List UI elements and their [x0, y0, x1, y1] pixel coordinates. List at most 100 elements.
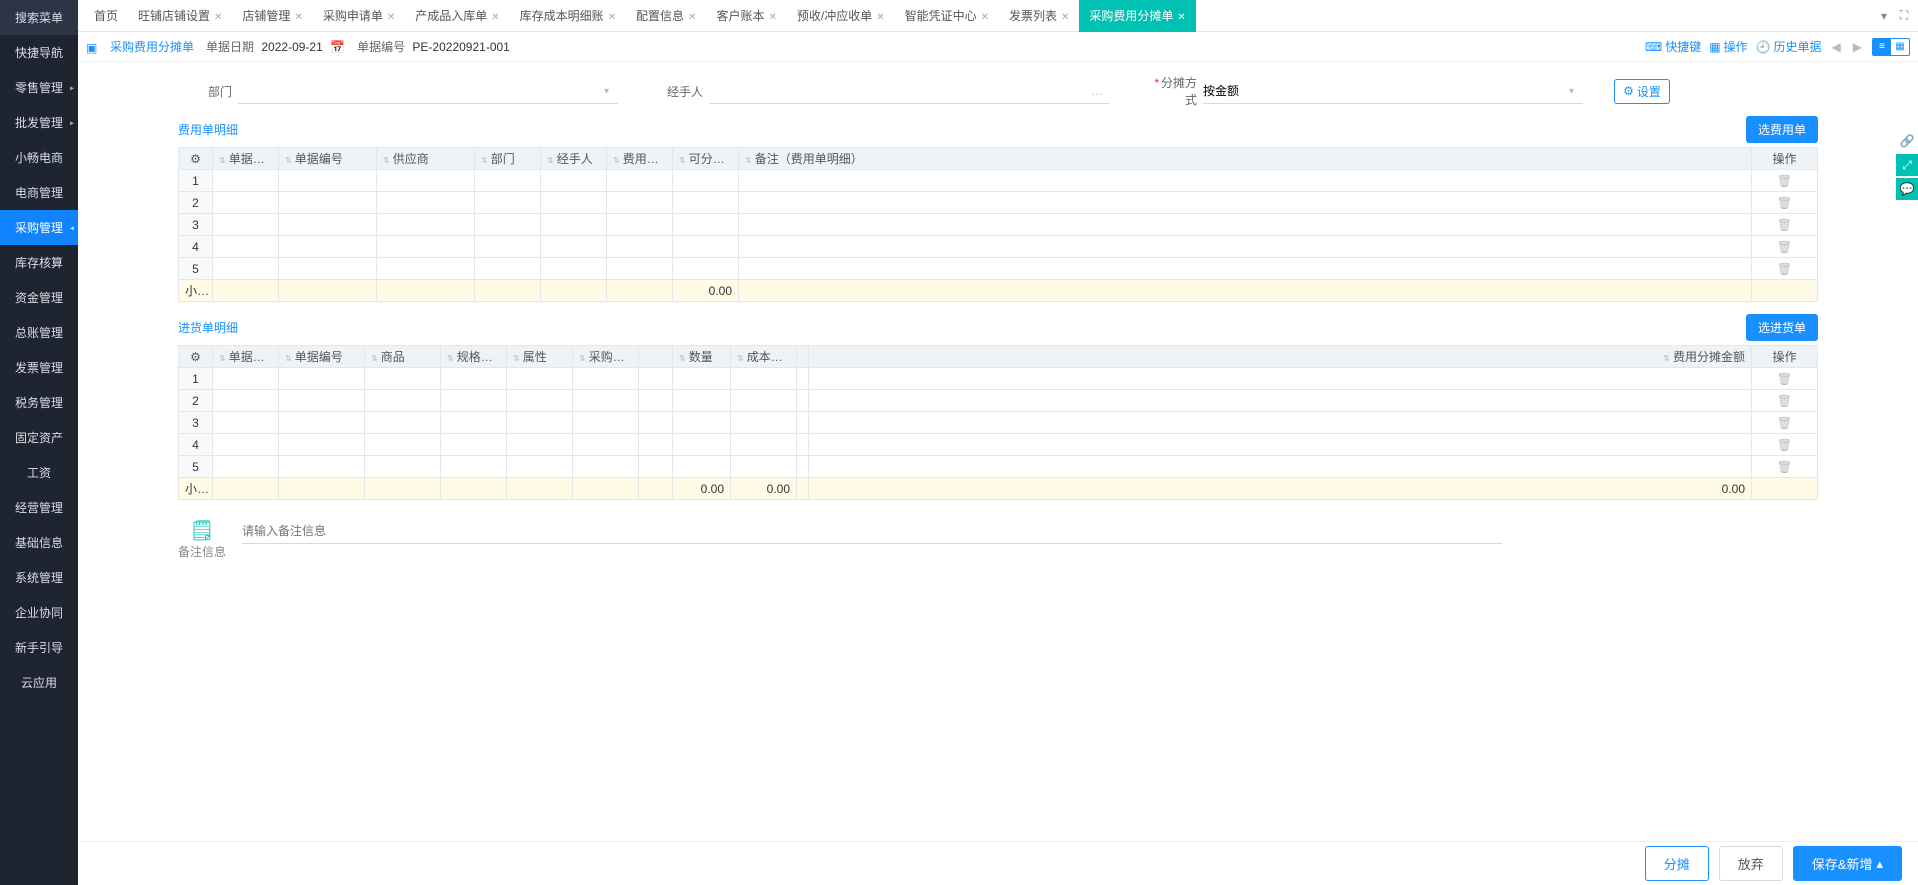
- allocate-button[interactable]: 分摊: [1645, 846, 1709, 881]
- sidebar-item-5[interactable]: 电商管理: [0, 175, 78, 210]
- table-row[interactable]: 3🗑: [179, 214, 1818, 236]
- method-input[interactable]: [1203, 78, 1583, 104]
- delete-icon[interactable]: 🗑: [1777, 372, 1792, 386]
- cell[interactable]: [673, 434, 731, 456]
- fullscreen-icon[interactable]: ⛶: [1894, 6, 1914, 26]
- cell[interactable]: [213, 456, 279, 478]
- tab-5[interactable]: 库存成本明细账✕: [510, 0, 626, 32]
- cell[interactable]: [475, 192, 541, 214]
- cell[interactable]: [673, 390, 731, 412]
- discard-button[interactable]: 放弃: [1719, 846, 1783, 881]
- cell[interactable]: [573, 434, 639, 456]
- table-row[interactable]: 1🗑: [179, 170, 1818, 192]
- delete-icon[interactable]: 🗑: [1777, 438, 1792, 452]
- cell[interactable]: [475, 214, 541, 236]
- cell[interactable]: [809, 368, 1752, 390]
- col-config-icon[interactable]: ⚙: [179, 148, 213, 170]
- delete-icon[interactable]: 🗑: [1777, 416, 1792, 430]
- cell[interactable]: [639, 434, 673, 456]
- cell[interactable]: [377, 258, 475, 280]
- sidebar-item-15[interactable]: 基础信息: [0, 525, 78, 560]
- cell[interactable]: [731, 368, 797, 390]
- cell[interactable]: [739, 236, 1752, 258]
- cell[interactable]: [213, 412, 279, 434]
- cell[interactable]: [279, 412, 365, 434]
- tab-4[interactable]: 产成品入库单✕: [405, 0, 509, 32]
- col-header[interactable]: ⇅数量: [673, 346, 731, 368]
- sidebar-item-7[interactable]: 库存核算: [0, 245, 78, 280]
- cell[interactable]: [279, 390, 365, 412]
- cell[interactable]: [475, 170, 541, 192]
- delete-icon[interactable]: 🗑: [1777, 394, 1792, 408]
- cell[interactable]: [639, 412, 673, 434]
- sidebar-item-3[interactable]: 批发管理▸: [0, 105, 78, 140]
- cell[interactable]: [739, 170, 1752, 192]
- col-header[interactable]: ⇅单据日期: [213, 148, 279, 170]
- list-view-icon[interactable]: ≡: [1873, 39, 1891, 55]
- col-header[interactable]: ⇅商品: [365, 346, 441, 368]
- close-icon[interactable]: ✕: [387, 12, 395, 23]
- cell[interactable]: [809, 390, 1752, 412]
- cell[interactable]: [213, 434, 279, 456]
- tab-9[interactable]: 智能凭证中心✕: [895, 0, 999, 32]
- dept-input[interactable]: [238, 78, 618, 104]
- cell[interactable]: [213, 170, 279, 192]
- close-icon[interactable]: ✕: [294, 12, 302, 23]
- sidebar-item-4[interactable]: 小畅电商: [0, 140, 78, 175]
- expand-icon[interactable]: ⤢: [1896, 154, 1918, 176]
- table-row[interactable]: 3🗑: [179, 412, 1818, 434]
- col-header[interactable]: ⇅供应商: [377, 148, 475, 170]
- close-icon[interactable]: ✕: [981, 12, 989, 23]
- cell[interactable]: [797, 412, 809, 434]
- cell[interactable]: [441, 434, 507, 456]
- cell[interactable]: [739, 214, 1752, 236]
- col-header[interactable]: ⇅备注（费用单明细）: [739, 148, 1752, 170]
- cell[interactable]: [673, 368, 731, 390]
- cell[interactable]: [541, 192, 607, 214]
- delete-icon[interactable]: 🗑: [1777, 196, 1792, 210]
- table-row[interactable]: 5🗑: [179, 258, 1818, 280]
- tab-0[interactable]: 首页: [84, 0, 128, 32]
- cell[interactable]: [809, 456, 1752, 478]
- cell[interactable]: [809, 434, 1752, 456]
- cell[interactable]: [673, 170, 739, 192]
- delete-icon[interactable]: 🗑: [1777, 262, 1792, 276]
- history-link[interactable]: 🕘历史单据: [1756, 38, 1822, 55]
- calendar-icon[interactable]: 📅: [330, 40, 345, 54]
- sidebar-item-11[interactable]: 税务管理: [0, 385, 78, 420]
- comment-icon[interactable]: 💬: [1896, 178, 1918, 200]
- cell[interactable]: [279, 368, 365, 390]
- sidebar-item-18[interactable]: 新手引导: [0, 630, 78, 665]
- prev-arrow-icon[interactable]: ◀: [1830, 40, 1843, 54]
- sidebar-item-9[interactable]: 总账管理: [0, 315, 78, 350]
- cell[interactable]: [279, 214, 377, 236]
- cell[interactable]: [213, 390, 279, 412]
- cell[interactable]: [365, 368, 441, 390]
- close-icon[interactable]: ✕: [768, 12, 776, 23]
- save-new-button[interactable]: 保存&新增▴: [1793, 846, 1902, 881]
- sidebar-item-17[interactable]: 企业协同: [0, 595, 78, 630]
- delete-icon[interactable]: 🗑: [1777, 460, 1792, 474]
- cell[interactable]: [731, 456, 797, 478]
- card-view-icon[interactable]: ▦: [1891, 39, 1909, 55]
- next-arrow-icon[interactable]: ▶: [1851, 40, 1864, 54]
- tab-8[interactable]: 预收/冲应收单✕: [787, 0, 895, 32]
- tab-2[interactable]: 店铺管理✕: [232, 0, 312, 32]
- cell[interactable]: [441, 390, 507, 412]
- close-icon[interactable]: ✕: [608, 12, 616, 23]
- cell[interactable]: [573, 412, 639, 434]
- col-header[interactable]: ⇅单据日期: [213, 346, 279, 368]
- col-header[interactable]: [797, 346, 809, 368]
- cell[interactable]: [607, 214, 673, 236]
- col-header[interactable]: ⇅规格型号: [441, 346, 507, 368]
- col-header[interactable]: ⇅可分摊金额: [673, 148, 739, 170]
- cell[interactable]: [441, 456, 507, 478]
- cell[interactable]: [377, 236, 475, 258]
- cell[interactable]: [673, 214, 739, 236]
- select-expense-button[interactable]: 选费用单: [1746, 116, 1818, 143]
- cell[interactable]: [441, 412, 507, 434]
- cell[interactable]: [739, 258, 1752, 280]
- cell[interactable]: [573, 368, 639, 390]
- table-row[interactable]: 2🗑: [179, 390, 1818, 412]
- table-row[interactable]: 1🗑: [179, 368, 1818, 390]
